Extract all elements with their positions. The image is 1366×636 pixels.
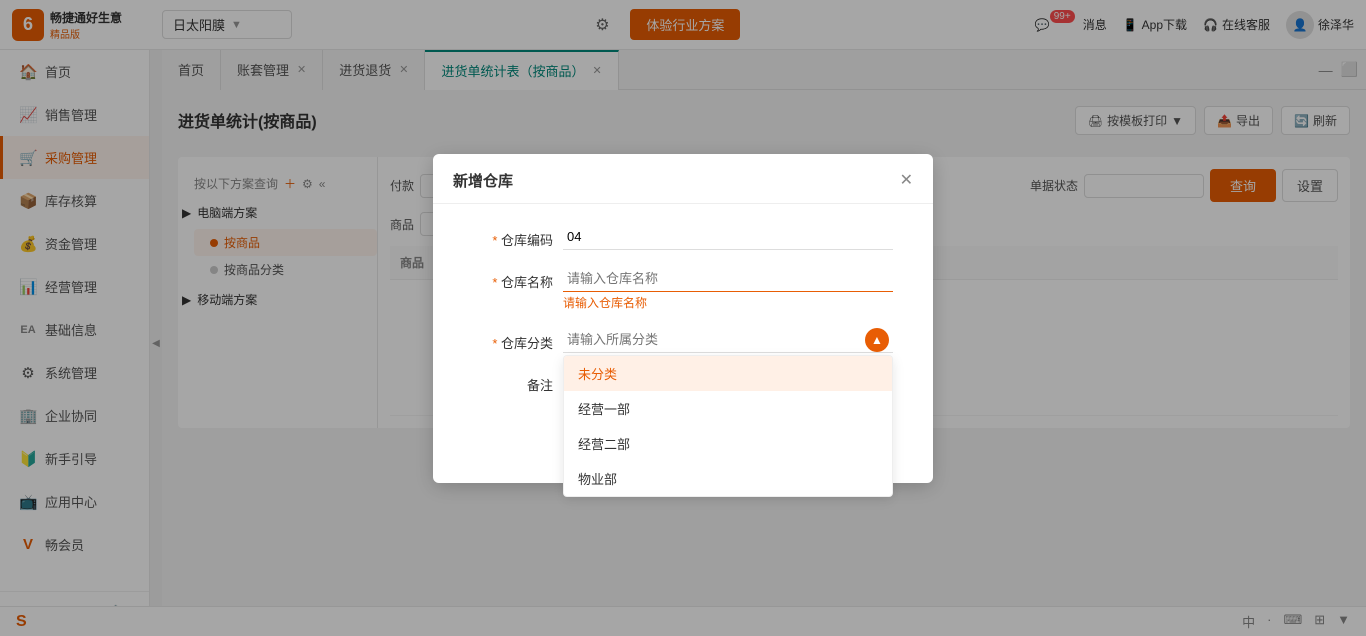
- category-option-uncategorized[interactable]: 未分类: [564, 356, 892, 391]
- category-dropdown-wrapper: ▲ 未分类 经营一部 经营二部 物业部: [563, 327, 893, 353]
- category-dropdown-list: 未分类 经营一部 经营二部 物业部: [563, 355, 893, 497]
- modal-header: 新增仓库 ✕: [433, 154, 933, 204]
- warehouse-code-input[interactable]: [563, 224, 893, 250]
- name-label: 仓库名称: [473, 266, 553, 291]
- modal-title: 新增仓库: [453, 170, 513, 191]
- category-option-dept3[interactable]: 物业部: [564, 461, 892, 496]
- category-label: 仓库分类: [473, 327, 553, 352]
- warehouse-name-row: 仓库名称 请输入仓库名称: [473, 266, 893, 311]
- chevron-up-icon: ▲: [871, 333, 883, 347]
- note-label: 备注: [473, 369, 553, 394]
- category-option-dept2[interactable]: 经营二部: [564, 426, 892, 461]
- add-warehouse-modal: 新增仓库 ✕ 仓库编码 仓库名称 请输入仓库名称 仓库分类: [433, 154, 933, 483]
- warehouse-category-row: 仓库分类 ▲ 未分类 经营一部 经营二部 物业部: [473, 327, 893, 353]
- name-error-message: 请输入仓库名称: [563, 294, 893, 311]
- category-dropdown-arrow[interactable]: ▲: [865, 328, 889, 352]
- code-label: 仓库编码: [473, 224, 553, 249]
- warehouse-code-row: 仓库编码: [473, 224, 893, 250]
- name-field-wrapper: 请输入仓库名称: [563, 266, 893, 311]
- category-input[interactable]: [563, 327, 893, 353]
- modal-body: 仓库编码 仓库名称 请输入仓库名称 仓库分类 ▲: [433, 204, 933, 431]
- category-option-dept1[interactable]: 经营一部: [564, 391, 892, 426]
- warehouse-name-input[interactable]: [563, 266, 893, 292]
- modal-overlay: 新增仓库 ✕ 仓库编码 仓库名称 请输入仓库名称 仓库分类: [0, 0, 1366, 636]
- modal-close-button[interactable]: ✕: [900, 170, 913, 190]
